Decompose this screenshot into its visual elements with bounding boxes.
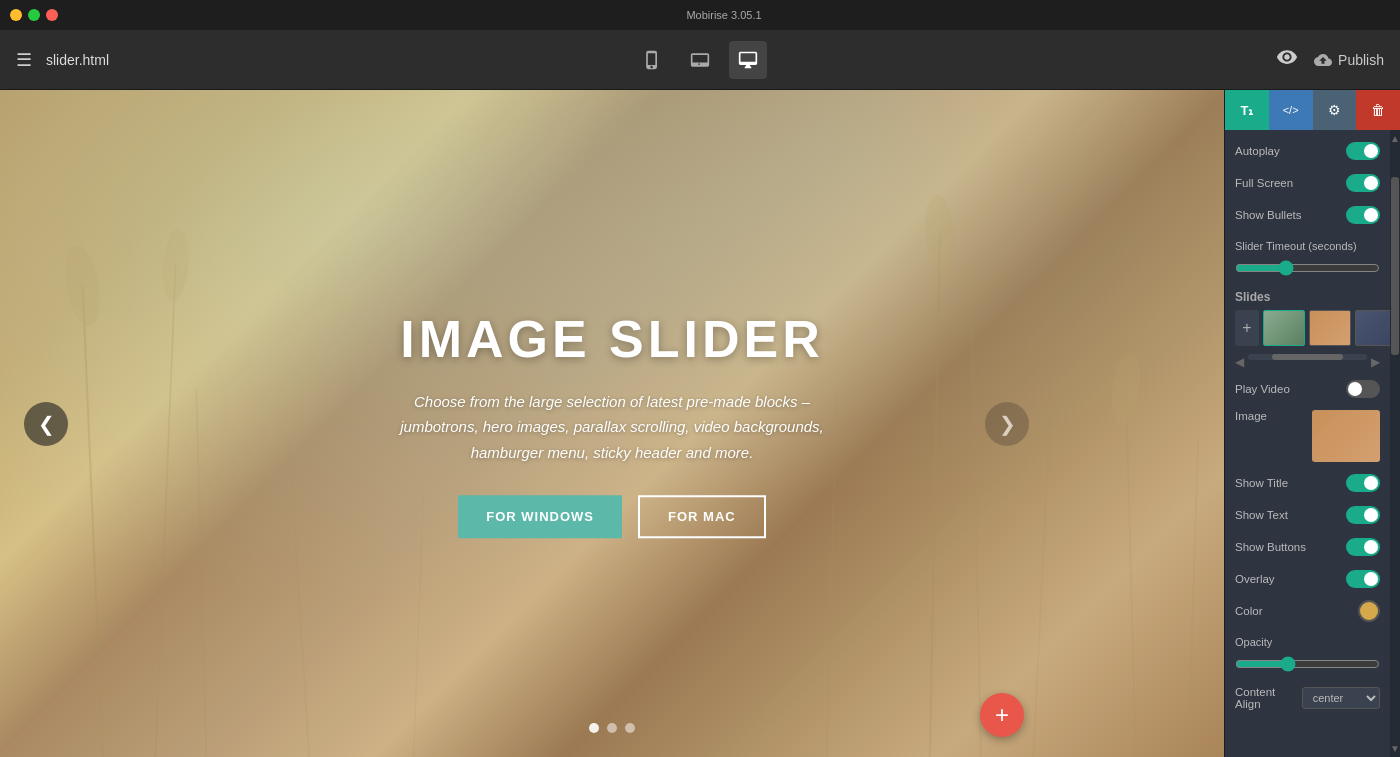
tab-text[interactable]: T₁ bbox=[1225, 90, 1269, 130]
overlay-toggle[interactable] bbox=[1346, 570, 1380, 588]
fullscreen-row: Full Screen bbox=[1235, 172, 1380, 194]
scrollbar-up-arrow[interactable]: ▲ bbox=[1390, 130, 1400, 147]
autoplay-toggle[interactable] bbox=[1346, 142, 1380, 160]
play-video-toggle[interactable] bbox=[1346, 380, 1380, 398]
mobile-device-btn[interactable] bbox=[633, 41, 671, 79]
autoplay-label: Autoplay bbox=[1235, 145, 1280, 157]
slider-next-btn[interactable]: ❯ bbox=[985, 402, 1029, 446]
timeout-label: Slider Timeout (seconds) bbox=[1235, 240, 1357, 252]
bullets-row: Show Bullets bbox=[1235, 204, 1380, 226]
slides-scroll-right[interactable]: ▶ bbox=[1371, 355, 1380, 369]
show-title-row: Show Title bbox=[1235, 472, 1380, 494]
opacity-section: Opacity bbox=[1235, 632, 1380, 678]
color-row: Color bbox=[1235, 600, 1380, 622]
autoplay-row: Autoplay bbox=[1235, 140, 1380, 162]
play-video-row: Play Video bbox=[1235, 378, 1380, 400]
slides-scroll-left[interactable]: ◀ bbox=[1235, 355, 1244, 369]
dot-2[interactable] bbox=[607, 723, 617, 733]
for-mac-btn[interactable]: FOR MAC bbox=[638, 495, 766, 538]
gear-tab-icon: ⚙ bbox=[1328, 102, 1341, 118]
code-tab-icon: </> bbox=[1283, 104, 1299, 116]
opacity-label: Opacity bbox=[1235, 636, 1272, 648]
device-switcher bbox=[633, 41, 767, 79]
show-text-label: Show Text bbox=[1235, 509, 1288, 521]
image-preview[interactable] bbox=[1312, 410, 1380, 462]
maximize-btn[interactable] bbox=[28, 9, 40, 21]
panel-content: Autoplay Full Screen Show Bullets Slider… bbox=[1225, 130, 1390, 757]
slider-text: Choose from the large selection of lates… bbox=[312, 389, 912, 466]
prev-arrow-icon: ❮ bbox=[38, 412, 55, 436]
color-label: Color bbox=[1235, 605, 1262, 617]
slider-dots bbox=[589, 723, 635, 733]
filename-label: slider.html bbox=[46, 52, 109, 68]
image-label: Image bbox=[1235, 410, 1267, 422]
tab-delete[interactable]: 🗑 bbox=[1356, 90, 1400, 130]
slides-section-label: Slides bbox=[1235, 290, 1380, 304]
close-btn[interactable] bbox=[46, 9, 58, 21]
add-slide-btn[interactable]: + bbox=[1235, 310, 1259, 346]
preview-icon[interactable] bbox=[1276, 46, 1298, 73]
publish-label: Publish bbox=[1338, 52, 1384, 68]
bullets-label: Show Bullets bbox=[1235, 209, 1301, 221]
fullscreen-toggle[interactable] bbox=[1346, 174, 1380, 192]
slide-thumb-1[interactable] bbox=[1263, 310, 1305, 346]
app-title: Mobirise 3.05.1 bbox=[58, 9, 1390, 21]
timeout-section: Slider Timeout (seconds) bbox=[1235, 236, 1380, 282]
main-area: IMAGE SLIDER Choose from the large selec… bbox=[0, 90, 1400, 757]
show-title-toggle[interactable] bbox=[1346, 474, 1380, 492]
overlay-label: Overlay bbox=[1235, 573, 1275, 585]
panel-tabs: T₁ </> ⚙ 🗑 bbox=[1225, 90, 1400, 130]
content-align-label: Content Align bbox=[1235, 686, 1302, 710]
bullets-toggle[interactable] bbox=[1346, 206, 1380, 224]
slide-thumb-3[interactable] bbox=[1355, 310, 1390, 346]
show-title-label: Show Title bbox=[1235, 477, 1288, 489]
play-video-label: Play Video bbox=[1235, 383, 1290, 395]
slides-scrollbar-row: ◀ ▶ bbox=[1235, 354, 1380, 370]
menu-icon[interactable]: ☰ bbox=[16, 49, 32, 71]
toolbar: ☰ slider.html Publish bbox=[0, 30, 1400, 90]
image-row: Image bbox=[1235, 410, 1380, 462]
slider-background: IMAGE SLIDER Choose from the large selec… bbox=[0, 90, 1224, 757]
for-windows-btn[interactable]: FOR WINDOWS bbox=[458, 495, 622, 538]
show-buttons-row: Show Buttons bbox=[1235, 536, 1380, 558]
timeout-slider[interactable] bbox=[1235, 260, 1380, 276]
slider-content: IMAGE SLIDER Choose from the large selec… bbox=[312, 309, 912, 539]
show-text-row: Show Text bbox=[1235, 504, 1380, 526]
canvas: IMAGE SLIDER Choose from the large selec… bbox=[0, 90, 1224, 757]
next-arrow-icon: ❯ bbox=[999, 412, 1016, 436]
dot-3[interactable] bbox=[625, 723, 635, 733]
slider-buttons: FOR WINDOWS FOR MAC bbox=[312, 495, 912, 538]
content-align-select[interactable]: left center right bbox=[1302, 687, 1380, 709]
slides-thumbnails: + bbox=[1235, 310, 1380, 346]
scrollbar-down-arrow[interactable]: ▼ bbox=[1390, 740, 1400, 757]
titlebar: Mobirise 3.05.1 bbox=[0, 0, 1400, 30]
desktop-device-btn[interactable] bbox=[729, 41, 767, 79]
toolbar-right: Publish bbox=[1276, 46, 1384, 73]
show-buttons-toggle[interactable] bbox=[1346, 538, 1380, 556]
dot-1[interactable] bbox=[589, 723, 599, 733]
color-swatch[interactable] bbox=[1358, 600, 1380, 622]
show-text-toggle[interactable] bbox=[1346, 506, 1380, 524]
opacity-slider[interactable] bbox=[1235, 656, 1380, 672]
tab-code[interactable]: </> bbox=[1269, 90, 1313, 130]
tab-settings[interactable]: ⚙ bbox=[1313, 90, 1357, 130]
delete-tab-icon: 🗑 bbox=[1371, 102, 1385, 118]
slides-scrollbar[interactable] bbox=[1248, 354, 1367, 360]
panel-scrollbar[interactable]: ▲ ▼ bbox=[1390, 130, 1400, 757]
slide-thumb-2[interactable] bbox=[1309, 310, 1351, 346]
slider-title: IMAGE SLIDER bbox=[312, 309, 912, 369]
slider-prev-btn[interactable]: ❮ bbox=[24, 402, 68, 446]
text-tab-icon: T₁ bbox=[1240, 103, 1253, 118]
add-block-fab[interactable]: + bbox=[980, 693, 1024, 737]
overlay-row: Overlay bbox=[1235, 568, 1380, 590]
settings-panel: T₁ </> ⚙ 🗑 Autoplay Full bbox=[1224, 90, 1400, 757]
minimize-btn[interactable] bbox=[10, 9, 22, 21]
fullscreen-label: Full Screen bbox=[1235, 177, 1293, 189]
tablet-device-btn[interactable] bbox=[681, 41, 719, 79]
content-align-row: Content Align left center right bbox=[1235, 686, 1380, 710]
publish-button[interactable]: Publish bbox=[1314, 51, 1384, 69]
show-buttons-label: Show Buttons bbox=[1235, 541, 1306, 553]
